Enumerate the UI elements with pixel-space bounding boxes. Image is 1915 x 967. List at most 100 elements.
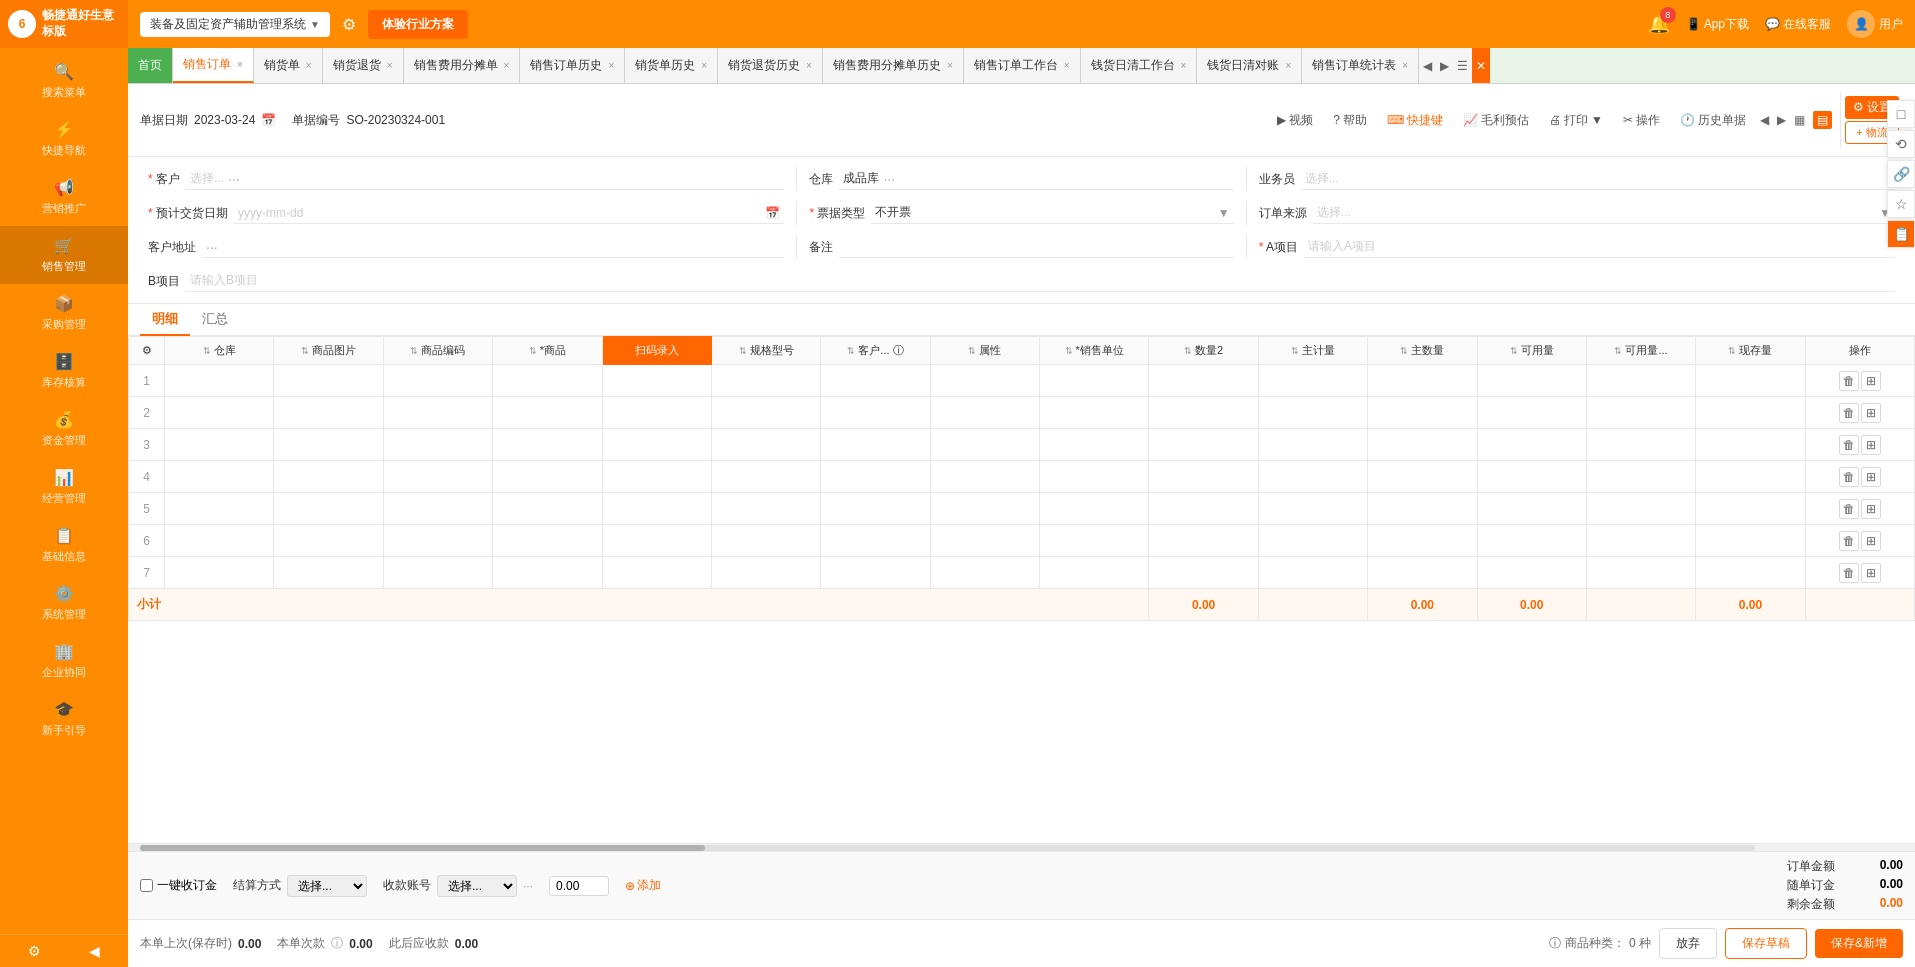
sidebar-item-search[interactable]: 🔍 搜索菜单 [0, 52, 128, 110]
row-product-7[interactable] [493, 557, 602, 589]
row-warehouse-5[interactable] [165, 493, 274, 525]
tab-close-icon[interactable]: × [1402, 60, 1408, 71]
row-qty2-4[interactable] [1149, 461, 1258, 493]
row-scan-3[interactable] [602, 429, 711, 461]
tab-sales-order-history[interactable]: 销售订单历史 × [520, 48, 625, 83]
row-main-qty-3[interactable] [1368, 429, 1477, 461]
row-product-4[interactable] [493, 461, 602, 493]
row-delete-btn-6[interactable]: 🗑 [1839, 531, 1859, 551]
tab-sales-stats[interactable]: 销售订单统计表 × [1302, 48, 1419, 83]
row-scan-6[interactable] [602, 525, 711, 557]
address-input[interactable]: ··· [202, 236, 784, 258]
row-copy-btn-2[interactable]: ⊞ [1861, 403, 1881, 423]
row-unit-1[interactable] [1040, 365, 1149, 397]
row-unit-5[interactable] [1040, 493, 1149, 525]
preview-btn[interactable]: ▶ 视频 [1271, 110, 1319, 131]
calendar-icon[interactable]: 📅 [261, 113, 276, 127]
rp-icon-1[interactable]: □ [1887, 100, 1915, 128]
tab-sales-invoice[interactable]: 销货单 × [254, 48, 323, 83]
delivery-date-input[interactable]: yyyy-mm-dd 📅 [234, 202, 784, 224]
row-stock-7[interactable] [1696, 557, 1805, 589]
row-copy-btn-3[interactable]: ⊞ [1861, 435, 1881, 455]
tab-close-icon[interactable]: × [237, 59, 243, 70]
row-main-qty-6[interactable] [1368, 525, 1477, 557]
row-attr-6[interactable] [930, 525, 1039, 557]
row-product-2[interactable] [493, 397, 602, 429]
row-attr-7[interactable] [930, 557, 1039, 589]
user-menu[interactable]: 👤 用户 [1847, 10, 1903, 38]
row-cust-note-2[interactable] [821, 397, 930, 429]
notification-icon[interactable]: 🔔8 [1648, 13, 1670, 35]
row-attr-2[interactable] [930, 397, 1039, 429]
tab-invoice-history[interactable]: 销货单历史 × [625, 48, 718, 83]
sidebar-item-marketing[interactable]: 📢 营销推广 [0, 168, 128, 226]
row-available2-6[interactable] [1586, 525, 1695, 557]
nav-prev-icon[interactable]: ◀ [1760, 113, 1769, 127]
print-btn[interactable]: 🖨 打印 ▼ [1543, 110, 1609, 131]
sidebar-item-enterprise[interactable]: 🏢 企业协同 [0, 632, 128, 690]
tab-nav-next[interactable]: ▶ [1436, 48, 1453, 83]
row-available2-1[interactable] [1586, 365, 1695, 397]
row-available-5[interactable] [1477, 493, 1586, 525]
sidebar-item-basic[interactable]: 📋 基础信息 [0, 516, 128, 574]
shortcut-btn[interactable]: ⌨ 快捷键 [1381, 110, 1449, 131]
tab-daily-workbench[interactable]: 钱货日清工作台 × [1081, 48, 1198, 83]
tab-close-icon[interactable]: × [504, 60, 510, 71]
help-btn[interactable]: ? 帮助 [1327, 110, 1373, 131]
row-warehouse-3[interactable] [165, 429, 274, 461]
sidebar-item-system[interactable]: ⚙️ 系统管理 [0, 574, 128, 632]
warehouse-input[interactable]: 成品库 ··· [839, 168, 1233, 190]
row-main-qty-4[interactable] [1368, 461, 1477, 493]
row-cust-note-1[interactable] [821, 365, 930, 397]
sidebar-item-quick[interactable]: ⚡ 快捷导航 [0, 110, 128, 168]
row-available-4[interactable] [1477, 461, 1586, 493]
a-project-input[interactable]: 请输入A项目 [1304, 236, 1895, 258]
row-delete-btn-4[interactable]: 🗑 [1839, 467, 1859, 487]
row-warehouse-4[interactable] [165, 461, 274, 493]
row-qty2-5[interactable] [1149, 493, 1258, 525]
row-attr-1[interactable] [930, 365, 1039, 397]
solution-button[interactable]: 体验行业方案 [368, 10, 468, 39]
save-new-button[interactable]: 保存&新增 [1815, 929, 1903, 958]
row-available-2[interactable] [1477, 397, 1586, 429]
tab-order-workbench[interactable]: 销售订单工作台 × [964, 48, 1081, 83]
row-stock-6[interactable] [1696, 525, 1805, 557]
row-main-unit-5[interactable] [1258, 493, 1367, 525]
row-available2-3[interactable] [1586, 429, 1695, 461]
row-code-4[interactable] [383, 461, 492, 493]
quick-collect-check[interactable] [140, 879, 153, 892]
system-title[interactable]: 装备及固定资产辅助管理系统 ▼ [140, 12, 330, 37]
row-warehouse-2[interactable] [165, 397, 274, 429]
tab-sales-expense[interactable]: 销售费用分摊单 × [404, 48, 521, 83]
row-qty2-1[interactable] [1149, 365, 1258, 397]
invoice-type-select[interactable]: 不开票 ▼ [871, 202, 1233, 224]
row-unit-6[interactable] [1040, 525, 1149, 557]
collapse-icon[interactable]: ◀ [89, 943, 100, 959]
row-scan-4[interactable] [602, 461, 711, 493]
date-picker-icon[interactable]: 📅 [765, 206, 780, 220]
tab-close-icon[interactable]: × [806, 60, 812, 71]
row-copy-btn-6[interactable]: ⊞ [1861, 531, 1881, 551]
row-stock-5[interactable] [1696, 493, 1805, 525]
row-spec-7[interactable] [711, 557, 820, 589]
tab-nav-close[interactable]: ✕ [1472, 48, 1490, 83]
discard-button[interactable]: 放弃 [1659, 928, 1717, 959]
row-unit-2[interactable] [1040, 397, 1149, 429]
row-available-1[interactable] [1477, 365, 1586, 397]
row-spec-2[interactable] [711, 397, 820, 429]
note-input[interactable] [839, 236, 1233, 258]
topbar-gear-icon[interactable]: ⚙ [338, 11, 360, 38]
row-cust-note-6[interactable] [821, 525, 930, 557]
row-copy-btn-1[interactable]: ⊞ [1861, 371, 1881, 391]
row-qty2-7[interactable] [1149, 557, 1258, 589]
rp-icon-5[interactable]: 📋 [1887, 220, 1915, 248]
row-cust-note-3[interactable] [821, 429, 930, 461]
row-available-3[interactable] [1477, 429, 1586, 461]
sidebar-item-purchase[interactable]: 📦 采购管理 [0, 284, 128, 342]
order-source-select[interactable]: 选择... ▼ [1313, 202, 1895, 224]
row-copy-btn-5[interactable]: ⊞ [1861, 499, 1881, 519]
row-copy-btn-4[interactable]: ⊞ [1861, 467, 1881, 487]
tab-close-icon[interactable]: × [701, 60, 707, 71]
tab-close-icon[interactable]: × [1181, 60, 1187, 71]
sidebar-item-sales[interactable]: 🛒 销售管理 [0, 226, 128, 284]
